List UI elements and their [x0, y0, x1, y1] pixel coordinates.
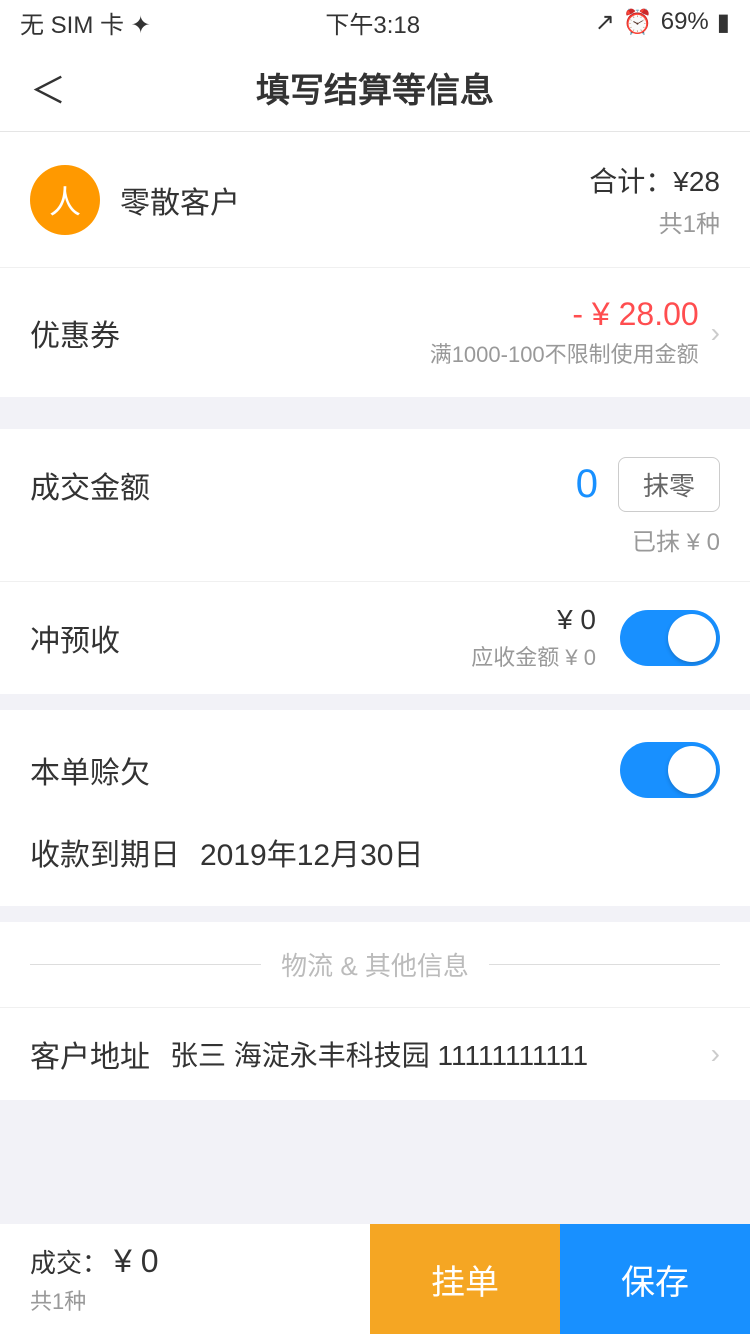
status-left: 无 SIM 卡 ✦: [20, 5, 151, 40]
logistics-line-left: [30, 964, 261, 965]
precollect-info: ¥ 0 应收金额 ¥ 0: [471, 604, 596, 672]
hangup-label: 挂单: [431, 1255, 499, 1304]
coupon-discount: - ¥ 28.00: [430, 296, 699, 333]
customer-row: 人 零散客户 合计：¥28 共1种: [0, 132, 750, 267]
avatar: 人: [30, 165, 100, 235]
debt-row: 本单赊欠: [0, 710, 750, 830]
amount-right: 0 抹零: [576, 457, 720, 512]
coupon-description: 满1000-100不限制使用金额: [430, 337, 699, 369]
amount-sub: 已抹 ¥ 0: [0, 522, 750, 581]
amount-row: 成交金额 0 抹零: [0, 429, 750, 522]
divider-1: [0, 413, 750, 429]
status-right: ↗ ⏰ 69% ▮: [595, 8, 730, 37]
precollect-toggle[interactable]: [620, 610, 720, 666]
logistics-section: 物流 & 其他信息 客户地址 张三 海淀永丰科技园 11111111111 ›: [0, 922, 750, 1100]
precollect-right: ¥ 0 应收金额 ¥ 0: [471, 604, 720, 672]
transaction-section: 成交金额 0 抹零 已抹 ¥ 0 冲预收 ¥ 0 应收金额 ¥ 0: [0, 429, 750, 694]
logistics-title: 物流 & 其他信息: [281, 946, 469, 983]
address-chevron: ›: [711, 1038, 720, 1070]
coupon-info: - ¥ 28.00 满1000-100不限制使用金额: [430, 296, 699, 369]
debt-toggle[interactable]: [620, 742, 720, 798]
status-time: 下午3:18: [325, 5, 420, 40]
debt-toggle-circle: [668, 746, 716, 794]
coupon-label: 优惠券: [30, 311, 120, 355]
coupon-right: - ¥ 28.00 满1000-100不限制使用金额 ›: [430, 296, 720, 369]
hangup-button[interactable]: 挂单: [370, 1224, 560, 1334]
due-date-value: 2019年12月30日: [200, 830, 423, 874]
debt-label: 本单赊欠: [30, 748, 150, 792]
sim-status: 无 SIM 卡 ✦: [20, 5, 151, 40]
battery-level: 69%: [661, 8, 709, 36]
precollect-receivable: 应收金额 ¥ 0: [471, 640, 596, 672]
status-bar: 无 SIM 卡 ✦ 下午3:18 ↗ ⏰ 69% ▮: [0, 0, 750, 44]
debt-section: 本单赊欠 收款到期日 2019年12月30日: [0, 710, 750, 906]
address-chevron-icon: ›: [711, 1038, 720, 1070]
precollect-label: 冲预收: [30, 616, 120, 660]
customer-count: 共1种: [589, 204, 720, 239]
bottom-bar: 成交： ¥ 0 共1种 挂单 保存: [0, 1224, 750, 1334]
address-label: 客户地址: [30, 1032, 150, 1076]
nav-bar: ＜ 填写结算等信息: [0, 44, 750, 132]
customer-info-left: 人 零散客户: [30, 165, 240, 235]
battery-bar: ▮: [717, 8, 730, 37]
save-label: 保存: [621, 1255, 689, 1304]
customer-total: 合计：¥28: [589, 160, 720, 200]
save-button[interactable]: 保存: [560, 1224, 750, 1334]
divider-3: [0, 906, 750, 922]
divider-2: [0, 694, 750, 710]
alarm-icon: ⏰: [623, 8, 653, 37]
precollect-row: 冲预收 ¥ 0 应收金额 ¥ 0: [0, 581, 750, 694]
customer-info-right: 合计：¥28 共1种: [589, 160, 720, 239]
customer-name: 零散客户: [120, 178, 240, 222]
bottom-deal-row: 成交： ¥ 0: [30, 1243, 340, 1280]
logistics-line-right: [489, 964, 720, 965]
customer-section: 人 零散客户 合计：¥28 共1种 优惠券 - ¥ 28.00 满1000-10…: [0, 132, 750, 397]
avatar-icon: 人: [49, 177, 81, 223]
amount-value[interactable]: 0: [576, 462, 598, 507]
back-button[interactable]: ＜: [30, 62, 66, 114]
logistics-header: 物流 & 其他信息: [0, 922, 750, 1007]
address-row[interactable]: 客户地址 张三 海淀永丰科技园 11111111111 ›: [0, 1007, 750, 1100]
bottom-info: 成交： ¥ 0 共1种: [0, 1224, 370, 1334]
address-value: 张三 海淀永丰科技园 11111111111: [170, 1034, 711, 1074]
bottom-deal-label: 成交：: [30, 1243, 108, 1280]
bottom-count: 共1种: [30, 1284, 340, 1316]
due-date-label: 收款到期日: [30, 830, 180, 874]
amount-label: 成交金额: [30, 463, 150, 507]
content-spacer: [0, 1100, 750, 1220]
round-button[interactable]: 抹零: [618, 457, 720, 512]
precollect-amount: ¥ 0: [471, 604, 596, 636]
battery-icon: ↗: [595, 8, 615, 37]
page-title: 填写结算等信息: [256, 63, 494, 112]
chevron-right-icon: ›: [711, 317, 720, 349]
coupon-row[interactable]: 优惠券 - ¥ 28.00 满1000-100不限制使用金额 ›: [0, 267, 750, 397]
bottom-deal-amount: ¥ 0: [114, 1243, 158, 1280]
due-date-row: 收款到期日 2019年12月30日: [0, 830, 750, 906]
toggle-circle: [668, 614, 716, 662]
